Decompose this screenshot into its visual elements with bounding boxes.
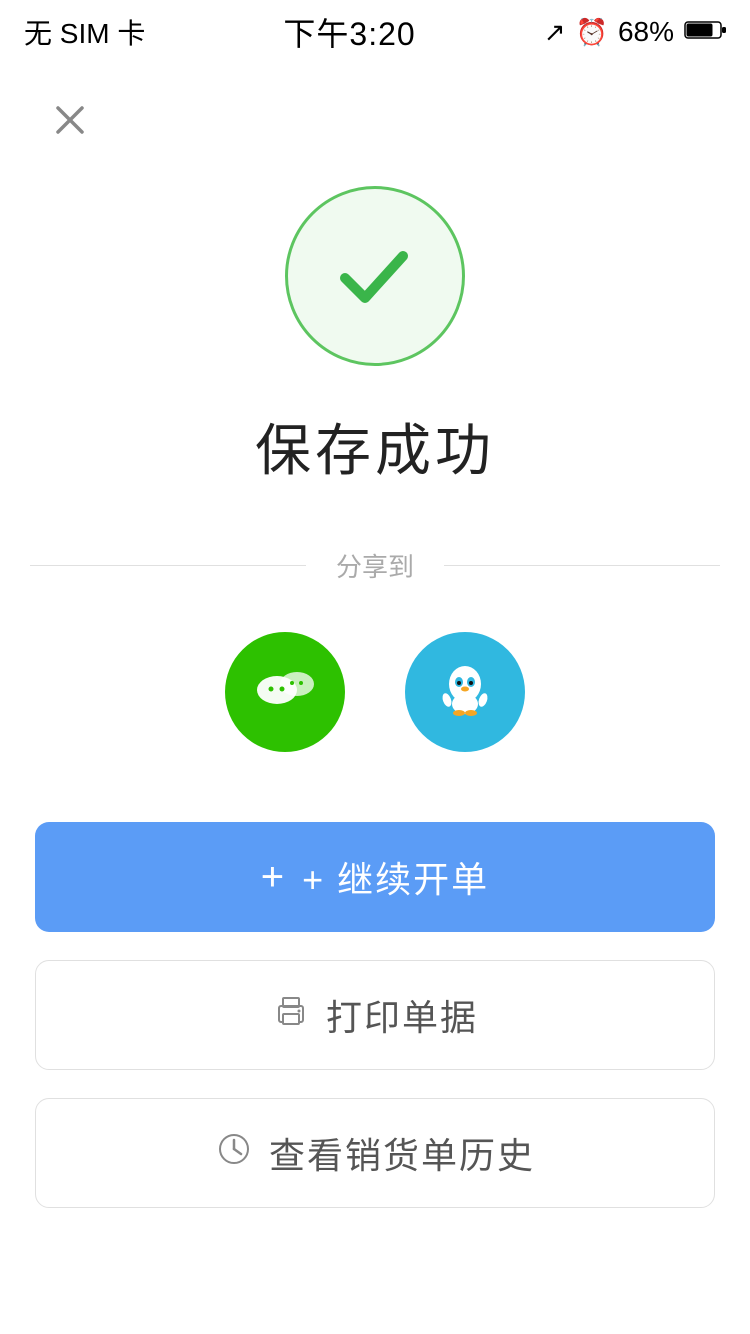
divider-line-left — [30, 565, 306, 566]
share-divider: 分享到 — [0, 547, 750, 584]
printer-icon — [272, 992, 310, 1039]
history-button[interactable]: 查看销货单历史 — [35, 1098, 715, 1208]
share-qq-button[interactable] — [405, 632, 525, 752]
status-time: 下午3:20 — [283, 9, 415, 55]
continue-label: + 继续开单 — [302, 851, 489, 903]
print-button[interactable]: 打印单据 — [35, 960, 715, 1070]
battery-icon — [684, 16, 726, 48]
main-content: 保存成功 分享到 — [0, 64, 750, 1208]
success-icon — [285, 186, 465, 366]
continue-button[interactable]: + + 继续开单 — [35, 822, 715, 932]
clock-icon — [215, 1130, 253, 1177]
battery-text: 68% — [618, 16, 674, 48]
share-icons-row — [225, 632, 525, 752]
status-right: ↗ ⏰ 68% — [544, 16, 726, 48]
share-label: 分享到 — [336, 547, 414, 584]
plus-icon: + — [261, 855, 286, 900]
status-carrier: 无 SIM 卡 — [24, 12, 155, 52]
divider-line-right — [444, 565, 720, 566]
alarm-icon: ⏰ — [576, 17, 608, 48]
action-buttons: + + 继续开单 打印单据 — [35, 822, 715, 1208]
print-label: 打印单据 — [326, 989, 478, 1041]
location-icon: ↗ — [544, 17, 566, 48]
history-label: 查看销货单历史 — [269, 1127, 535, 1179]
success-title: 保存成功 — [255, 406, 495, 487]
close-button[interactable] — [44, 94, 96, 146]
close-button-row — [0, 64, 750, 156]
status-bar: 无 SIM 卡 下午3:20 ↗ ⏰ 68% — [0, 0, 750, 64]
carrier-text: 无 SIM 卡 — [24, 12, 145, 52]
share-wechat-button[interactable] — [225, 632, 345, 752]
